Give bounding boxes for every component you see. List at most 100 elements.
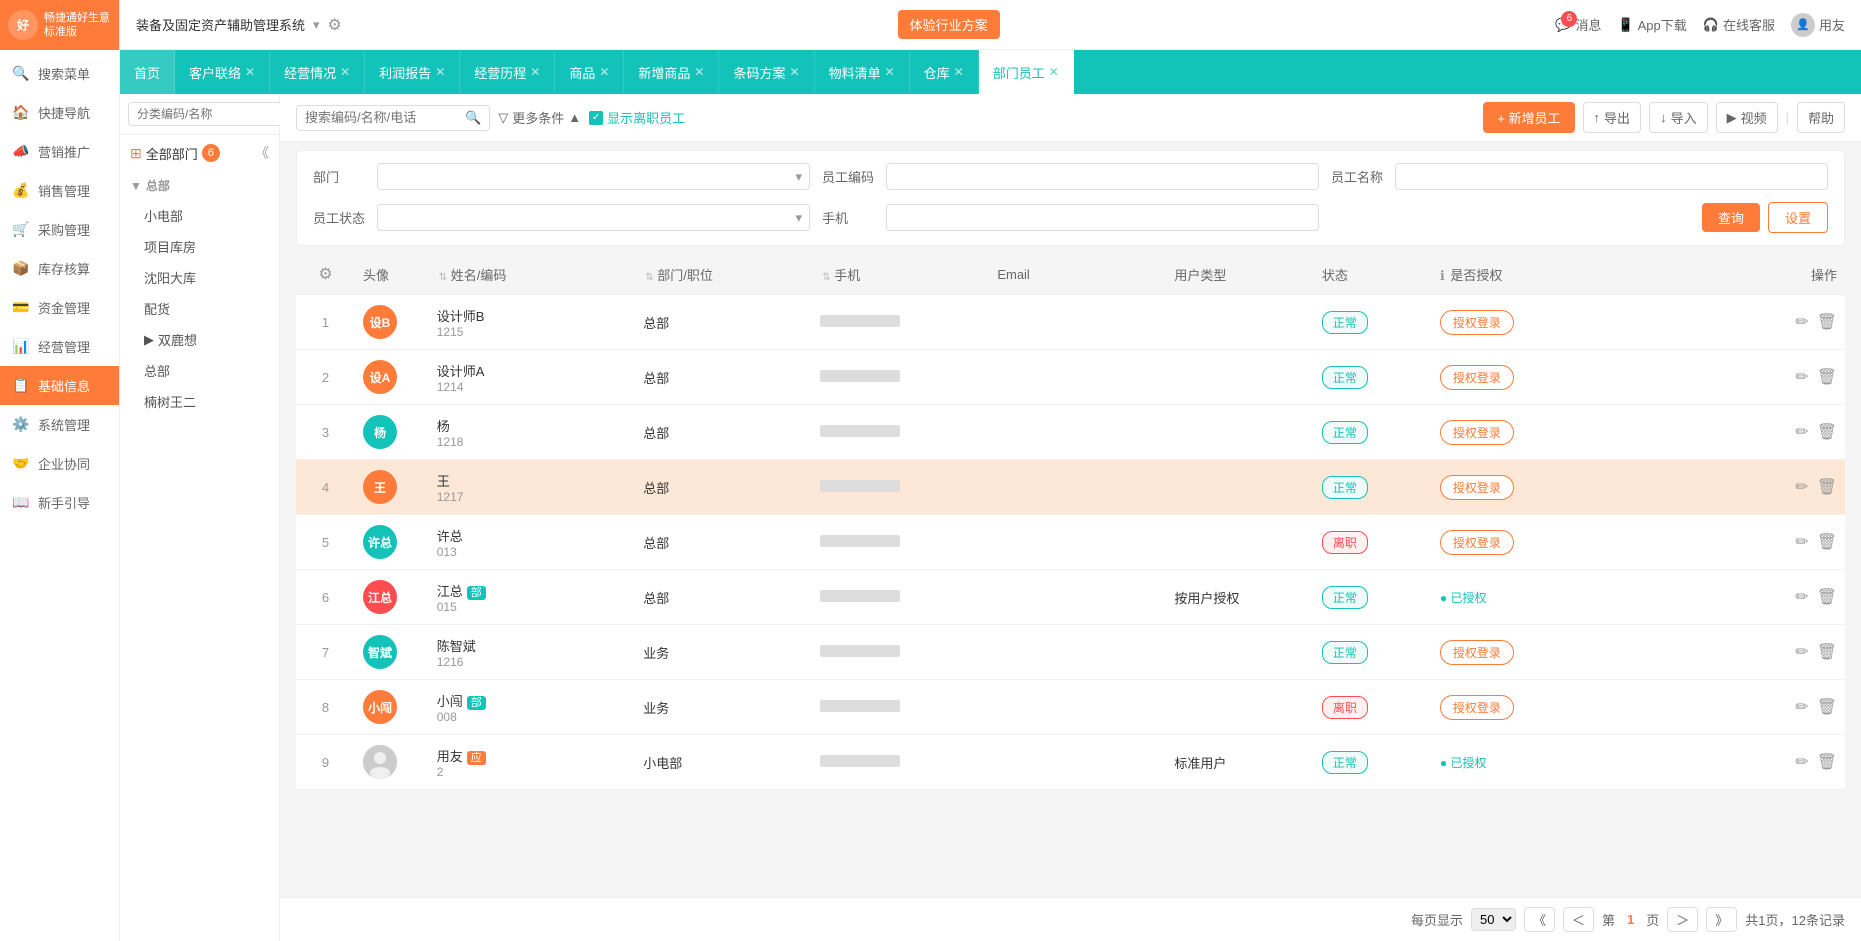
sidebar-item-marketing[interactable]: 📣 营销推广 <box>0 132 119 171</box>
filter-name-input[interactable] <box>1395 163 1828 190</box>
delete-icon[interactable]: 🗑 <box>1817 532 1837 552</box>
sidebar-item-finance[interactable]: 💳 资金管理 <box>0 288 119 327</box>
column-settings-icon[interactable]: ⚙ <box>318 266 332 283</box>
edit-icon[interactable]: ✏ <box>1795 422 1808 442</box>
filter-dept-select[interactable] <box>377 163 810 190</box>
row-auth-cell: 授权登录 <box>1432 405 1727 460</box>
tab-warehouse[interactable]: 仓库 ✕ <box>910 50 979 94</box>
tab-bom-close[interactable]: ✕ <box>885 65 895 79</box>
edit-icon[interactable]: ✏ <box>1795 367 1808 387</box>
collapse-button[interactable]: 《 <box>255 143 269 163</box>
query-button[interactable]: 查询 <box>1702 203 1760 232</box>
sidebar-item-operations[interactable]: 📊 经营管理 <box>0 327 119 366</box>
sidebar-item-inventory[interactable]: 📦 库存核算 <box>0 249 119 288</box>
export-button[interactable]: ↑ 导出 <box>1583 102 1642 133</box>
edit-icon[interactable]: ✏ <box>1795 642 1808 662</box>
filter-status-select[interactable] <box>377 204 810 231</box>
next-page-button[interactable]: ＞ <box>1667 907 1698 932</box>
tab-customer[interactable]: 客户联络 ✕ <box>175 50 270 94</box>
tab-profit-close[interactable]: ✕ <box>435 65 445 79</box>
sidebar-item-search[interactable]: 🔍 搜索菜单 <box>0 54 119 93</box>
tab-operation[interactable]: 经营情况 ✕ <box>270 50 365 94</box>
tab-product-close[interactable]: ✕ <box>599 65 609 79</box>
tab-employee-close[interactable]: ✕ <box>1049 65 1059 79</box>
tab-warehouse-close[interactable]: ✕ <box>954 65 964 79</box>
delete-icon[interactable]: 🗑 <box>1817 422 1837 442</box>
tab-customer-close[interactable]: ✕ <box>245 65 255 79</box>
tab-new-product[interactable]: 新增商品 ✕ <box>624 50 719 94</box>
tab-home[interactable]: 首页 <box>120 50 175 94</box>
filter-phone-input[interactable] <box>886 204 1319 231</box>
auth-button[interactable]: 授权登录 <box>1440 310 1514 335</box>
prev-page-button[interactable]: ＜ <box>1563 907 1594 932</box>
tab-product[interactable]: 商品 ✕ <box>555 50 624 94</box>
show-resigned-toggle[interactable]: ✓ 显示离职员工 <box>589 108 685 127</box>
settings-icon[interactable]: ⚙ <box>328 15 342 35</box>
video-button[interactable]: ▶ 视频 <box>1716 102 1778 133</box>
edit-icon[interactable]: ✏ <box>1795 697 1808 717</box>
auth-button[interactable]: 授权登录 <box>1440 475 1514 500</box>
filter-code-input[interactable] <box>886 163 1319 190</box>
tab-operation-label: 经营情况 <box>284 63 336 82</box>
tab-history-close[interactable]: ✕ <box>530 65 540 79</box>
delete-icon[interactable]: 🗑 <box>1817 587 1837 607</box>
auth-button[interactable]: 授权登录 <box>1440 530 1514 555</box>
sidebar-item-purchase[interactable]: 🛒 采购管理 <box>0 210 119 249</box>
tab-history[interactable]: 经营历程 ✕ <box>460 50 555 94</box>
delete-icon[interactable]: 🗑 <box>1817 642 1837 662</box>
sidebar-item-basic[interactable]: 📋 基础信息 <box>0 366 119 405</box>
import-button[interactable]: ↓ 导入 <box>1649 102 1708 133</box>
delete-icon[interactable]: 🗑 <box>1817 477 1837 497</box>
edit-icon[interactable]: ✏ <box>1795 477 1808 497</box>
help-button[interactable]: 帮助 <box>1797 102 1845 133</box>
edit-icon[interactable]: ✏ <box>1795 532 1808 552</box>
more-filter-button[interactable]: ▽ 更多条件 ▲ <box>498 108 581 127</box>
first-page-button[interactable]: 《 <box>1524 907 1555 932</box>
auth-button[interactable]: 授权登录 <box>1440 640 1514 665</box>
tab-bom[interactable]: 物料清单 ✕ <box>815 50 910 94</box>
user-action[interactable]: 👤 用友 <box>1791 13 1845 37</box>
trial-button[interactable]: 体验行业方案 <box>898 10 1000 39</box>
tab-barcode[interactable]: 条码方案 ✕ <box>719 50 814 94</box>
online-service-action[interactable]: 🎧 在线客服 <box>1703 15 1775 34</box>
dept-item-xiaodian[interactable]: 小电部 <box>120 200 279 231</box>
sidebar-item-collab[interactable]: 🤝 企业协同 <box>0 444 119 483</box>
tab-new-product-close[interactable]: ✕ <box>694 65 704 79</box>
dept-item-shuanglu[interactable]: ▶ 双鹿想 <box>120 324 279 355</box>
last-page-button[interactable]: 》 <box>1706 907 1737 932</box>
tab-barcode-close[interactable]: ✕ <box>790 65 800 79</box>
edit-icon[interactable]: ✏ <box>1795 587 1808 607</box>
dept-item-xiangmu[interactable]: 项目库房 <box>120 231 279 262</box>
auth-button[interactable]: 授权登录 <box>1440 695 1514 720</box>
dropdown-icon[interactable]: ▾ <box>313 17 320 33</box>
search-submit-icon[interactable]: 🔍 <box>465 110 481 126</box>
dept-search-input[interactable] <box>128 102 301 126</box>
edit-icon[interactable]: ✏ <box>1795 312 1808 332</box>
search-input[interactable] <box>305 110 465 125</box>
dept-item-nanshu[interactable]: 楠树王二 <box>120 386 279 417</box>
delete-icon[interactable]: 🗑 <box>1817 752 1837 772</box>
tab-profit[interactable]: 利润报告 ✕ <box>365 50 460 94</box>
sidebar-item-system[interactable]: ⚙️ 系统管理 <box>0 405 119 444</box>
dept-item-peihuo[interactable]: 配货 <box>120 293 279 324</box>
sidebar-item-sales[interactable]: 💰 销售管理 <box>0 171 119 210</box>
delete-icon[interactable]: 🗑 <box>1817 697 1837 717</box>
sidebar-item-nav[interactable]: 🏠 快捷导航 <box>0 93 119 132</box>
app-download-action[interactable]: 📱 App下载 <box>1617 15 1686 34</box>
delete-icon[interactable]: 🗑 <box>1817 312 1837 332</box>
add-employee-button[interactable]: + 新增员工 <box>1483 102 1574 133</box>
dept-group-head[interactable]: ▼ 总部 <box>120 171 279 200</box>
tab-operation-close[interactable]: ✕ <box>340 65 350 79</box>
message-action[interactable]: 💬 6 消息 <box>1555 15 1601 34</box>
dept-item-shenyang[interactable]: 沈阳大库 <box>120 262 279 293</box>
sidebar-item-guide[interactable]: 📖 新手引导 <box>0 483 119 522</box>
edit-icon[interactable]: ✏ <box>1795 752 1808 772</box>
dept-item-zongbu[interactable]: 总部 <box>120 355 279 386</box>
reset-button[interactable]: 设置 <box>1768 202 1828 233</box>
auth-button[interactable]: 授权登录 <box>1440 420 1514 445</box>
auth-button[interactable]: 授权登录 <box>1440 365 1514 390</box>
tab-employee[interactable]: 部门员工 ✕ <box>979 50 1074 94</box>
dept-all-label[interactable]: 全部部门 <box>146 144 198 163</box>
page-size-select[interactable]: 50 <box>1471 908 1516 931</box>
delete-icon[interactable]: 🗑 <box>1817 367 1837 387</box>
